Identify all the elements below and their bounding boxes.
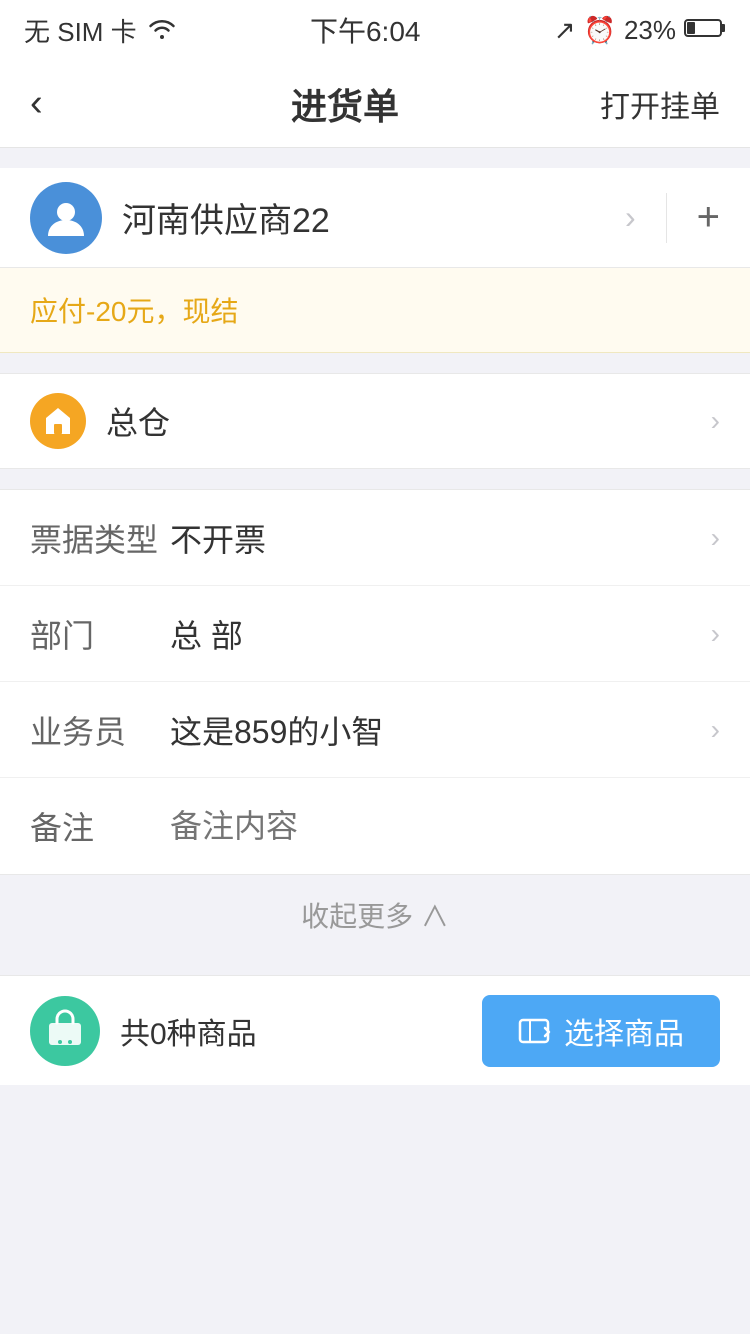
salesperson-row[interactable]: 业务员 这是859的小智 ›	[0, 682, 750, 778]
department-value: 总 部	[170, 611, 711, 657]
section-gap-2	[0, 353, 750, 373]
supplier-chevron-icon: ›	[625, 199, 636, 236]
invoice-type-chevron-icon: ›	[711, 522, 720, 554]
supplier-avatar	[30, 182, 102, 254]
select-product-icon	[518, 1016, 554, 1046]
section-gap-1	[0, 148, 750, 168]
status-time: 下午6:04	[310, 10, 421, 50]
battery-icon	[684, 15, 726, 46]
status-left: 无 SIM 卡	[24, 12, 177, 49]
person-icon	[44, 196, 88, 240]
warehouse-chevron-icon: ›	[711, 405, 720, 437]
warehouse-row[interactable]: 总仓 ›	[0, 373, 750, 469]
remarks-row[interactable]: 备注	[0, 778, 750, 874]
warehouse-icon	[30, 393, 86, 449]
section-gap-3	[0, 469, 750, 489]
supplier-divider	[666, 193, 667, 243]
alarm-icon: ⏰	[584, 15, 616, 46]
salesperson-value: 这是859的小智	[170, 707, 711, 753]
remarks-input[interactable]	[170, 808, 720, 845]
back-button[interactable]: ‹	[30, 82, 90, 125]
supplier-name: 河南供应商22	[122, 193, 625, 242]
carrier-text: 无 SIM 卡	[24, 12, 137, 49]
remarks-label: 备注	[30, 803, 170, 849]
location-icon: ↗	[554, 15, 576, 46]
house-icon	[41, 404, 75, 438]
cart-icon	[43, 1009, 87, 1053]
salesperson-chevron-icon: ›	[711, 714, 720, 746]
page-fill	[0, 1085, 750, 1285]
notice-text: 应付-20元，现结	[30, 296, 238, 327]
page-title: 进货单	[291, 78, 399, 130]
collapse-label: 收起更多 ∧	[301, 895, 449, 935]
status-right: ↗ ⏰ 23%	[554, 15, 726, 46]
bottom-bar: 共0种商品 选择商品	[0, 975, 750, 1085]
department-label: 部门	[30, 611, 170, 657]
invoice-type-label: 票据类型	[30, 515, 170, 561]
salesperson-label: 业务员	[30, 707, 170, 753]
nav-bar: ‹ 进货单 打开挂单	[0, 60, 750, 148]
department-chevron-icon: ›	[711, 618, 720, 650]
product-count: 共0种商品	[120, 1009, 482, 1053]
supplier-row[interactable]: 河南供应商22 › +	[0, 168, 750, 268]
notice-banner: 应付-20元，现结	[0, 268, 750, 353]
wifi-icon	[147, 15, 177, 46]
invoice-type-value: 不开票	[170, 515, 711, 561]
form-card: 票据类型 不开票 › 部门 总 部 › 业务员 这是859的小智 › 备注	[0, 489, 750, 875]
product-icon	[30, 996, 100, 1066]
department-row[interactable]: 部门 总 部 ›	[0, 586, 750, 682]
collapse-row[interactable]: 收起更多 ∧	[0, 875, 750, 955]
select-product-label: 选择商品	[564, 1009, 684, 1053]
open-pending-button[interactable]: 打开挂单	[600, 82, 720, 126]
section-gap-4	[0, 955, 750, 975]
battery-text: 23%	[624, 15, 676, 46]
warehouse-label: 总仓	[106, 398, 711, 444]
invoice-type-row[interactable]: 票据类型 不开票 ›	[0, 490, 750, 586]
status-bar: 无 SIM 卡 下午6:04 ↗ ⏰ 23%	[0, 0, 750, 60]
add-supplier-button[interactable]: +	[697, 195, 720, 240]
select-product-button[interactable]: 选择商品	[482, 995, 720, 1067]
